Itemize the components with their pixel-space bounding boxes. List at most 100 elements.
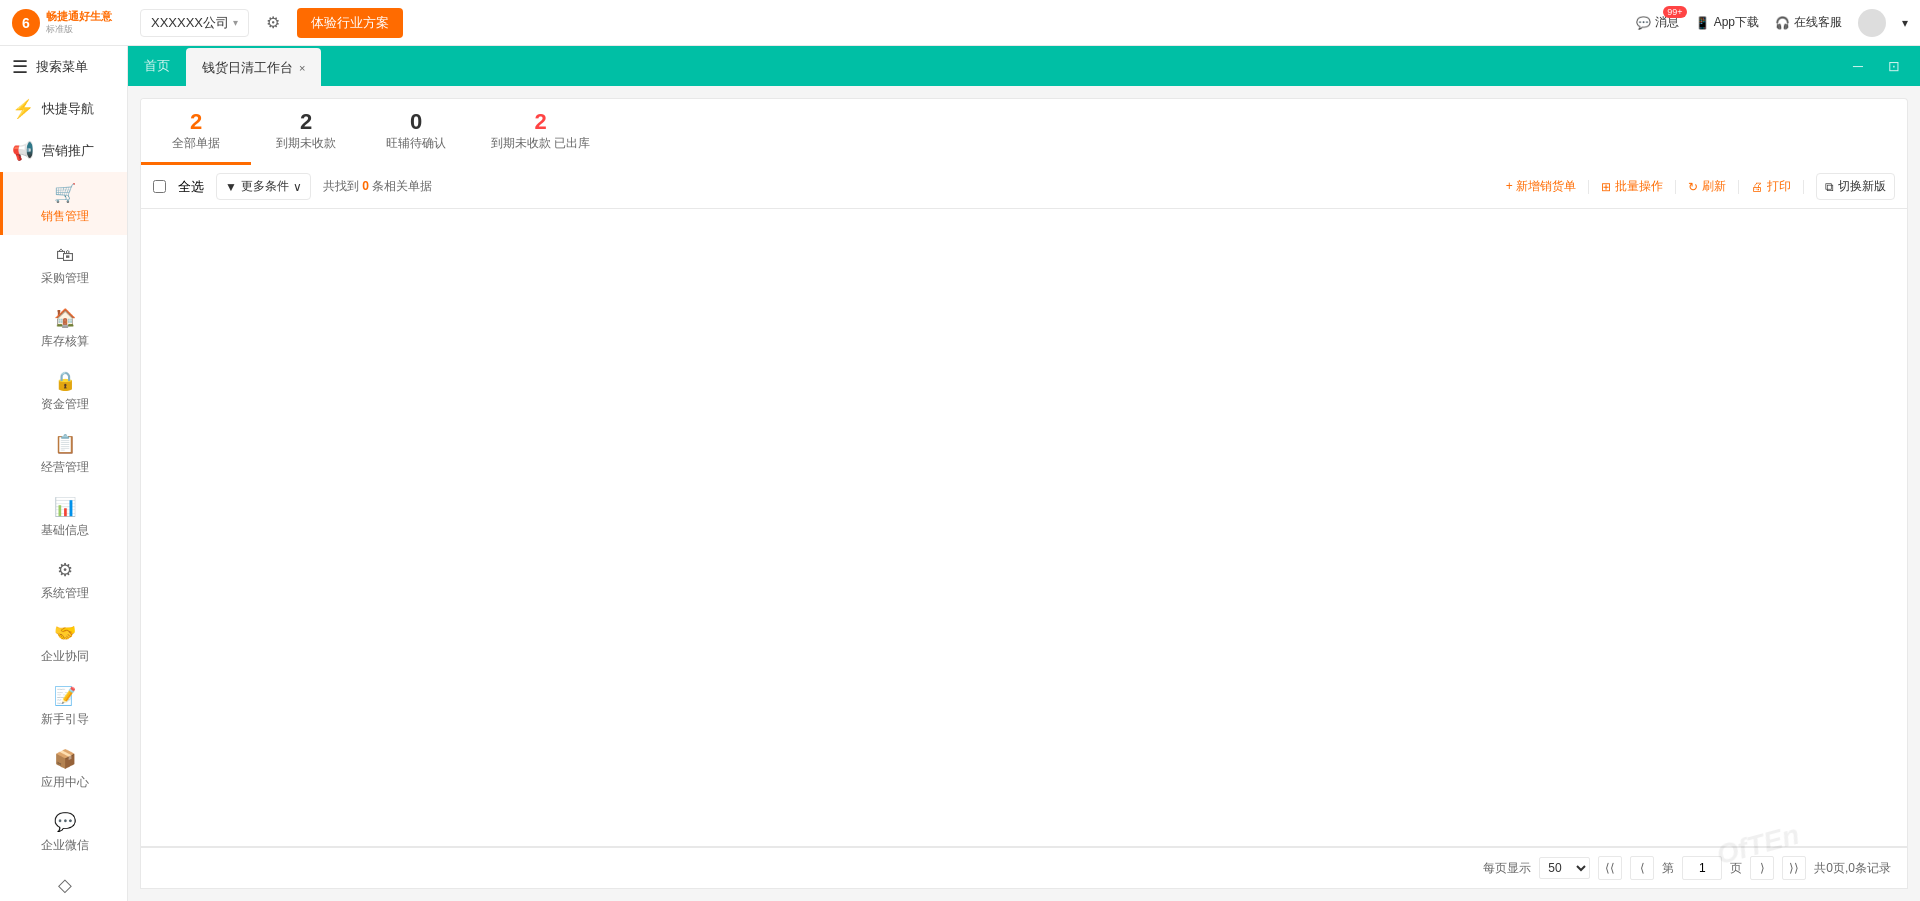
tab-minimize-btn[interactable]: ─ — [1844, 52, 1872, 80]
purchase-icon: 🛍 — [56, 245, 74, 266]
status-tab-overdue-unshipped-label: 到期未收款 已出库 — [491, 135, 590, 152]
status-tab-all-count: 2 — [190, 109, 202, 135]
app-download-btn[interactable]: 📱 App下载 — [1695, 14, 1759, 31]
settings-icon-btn[interactable]: ⚙ — [257, 7, 289, 39]
print-btn[interactable]: 🖨 打印 — [1751, 178, 1791, 195]
select-all-checkbox[interactable] — [153, 180, 166, 193]
content-area: 首页 钱货日清工作台 × ─ ⊡ 2 全部单据 2 到期未收款 — [128, 46, 1920, 901]
sidebar-item-label: 营销推广 — [42, 142, 94, 160]
company-selector[interactable]: XXXXXX公司 ▾ — [140, 9, 249, 37]
avatar[interactable] — [1858, 9, 1886, 37]
sidebar-item-search-menu[interactable]: ☰ 搜索菜单 — [0, 46, 127, 88]
status-tab-overdue-unpaid[interactable]: 2 到期未收款 — [251, 99, 361, 165]
filter-btn[interactable]: ▼ 更多条件 ∨ — [216, 173, 311, 200]
status-tab-all-label: 全部单据 — [172, 135, 220, 152]
page-label: 第 — [1662, 860, 1674, 877]
sidebar-item-purchase[interactable]: 🛍 采购管理 — [0, 235, 127, 297]
header-right: 💬 消息 99+ 📱 App下载 🎧 在线客服 ▾ — [1636, 9, 1908, 37]
sidebar-item-label: 快捷导航 — [42, 100, 94, 118]
system-icon: ⚙ — [57, 559, 73, 581]
first-page-btn[interactable]: ⟨⟨ — [1598, 856, 1622, 880]
logo-text: 畅捷通好生意 标准版 — [46, 9, 112, 36]
sidebar-item-sales[interactable]: 🛒 销售管理 — [0, 172, 127, 235]
quick-nav-icon: ⚡ — [12, 98, 34, 120]
experience-btn[interactable]: 体验行业方案 — [297, 8, 403, 38]
status-tabs: 2 全部单据 2 到期未收款 0 旺辅待确认 2 到期未收款 已出库 — [140, 98, 1908, 165]
sidebar-item-marketing[interactable]: 📢 营销推广 — [0, 130, 127, 172]
sidebar-item-finance[interactable]: 🔒 资金管理 — [0, 360, 127, 423]
sidebar-item-label: 新手引导 — [41, 711, 89, 728]
sidebar-item-member[interactable]: ◇ 畅会员 — [0, 864, 127, 901]
sidebar-item-label: 搜索菜单 — [36, 58, 88, 76]
page-size-label: 每页显示 — [1483, 860, 1531, 877]
switch-new-version-btn[interactable]: ⧉ 切换新版 — [1816, 173, 1895, 200]
sidebar-item-label: 应用中心 — [41, 774, 89, 791]
divider — [1803, 180, 1804, 194]
switch-icon: ⧉ — [1825, 180, 1834, 194]
sales-icon: 🛒 — [54, 182, 76, 204]
print-icon: 🖨 — [1751, 180, 1763, 194]
download-icon: 📱 — [1695, 16, 1710, 30]
sidebar-item-quick-nav[interactable]: ⚡ 快捷导航 — [0, 88, 127, 130]
total-label: 共0页,0条记录 — [1814, 860, 1891, 877]
sidebar-item-enterprise[interactable]: 🤝 企业协同 — [0, 612, 127, 675]
prev-page-btn[interactable]: ⟨ — [1630, 856, 1654, 880]
sidebar-item-wechat[interactable]: 💬 企业微信 — [0, 801, 127, 864]
divider — [1675, 180, 1676, 194]
sidebar-item-label: 经营管理 — [41, 459, 89, 476]
sidebar-item-label: 系统管理 — [41, 585, 89, 602]
status-tab-wangpu-count: 0 — [410, 109, 422, 135]
tab-bar: 首页 钱货日清工作台 × ─ ⊡ — [128, 46, 1920, 86]
tab-work-label: 钱货日清工作台 — [202, 59, 293, 77]
logo-area: 6 畅捷通好生意 标准版 — [12, 9, 140, 37]
refresh-btn[interactable]: ↻ 刷新 — [1688, 178, 1726, 195]
inventory-icon: 🏠 — [54, 307, 76, 329]
online-service-btn[interactable]: 🎧 在线客服 — [1775, 14, 1842, 31]
guide-icon: 📝 — [54, 685, 76, 707]
enterprise-icon: 🤝 — [54, 622, 76, 644]
pagination-bar: 每页显示 50 100 200 ⟨⟨ ⟨ 第 页 ⟩ ⟩⟩ 共0页,0条记录 — [140, 847, 1908, 889]
sidebar-item-system[interactable]: ⚙ 系统管理 — [0, 549, 127, 612]
found-count: 0 — [362, 179, 369, 193]
batch-operation-btn[interactable]: ⊞ 批量操作 — [1601, 178, 1663, 195]
tab-close-icon[interactable]: × — [299, 62, 305, 74]
last-page-btn[interactable]: ⟩⟩ — [1782, 856, 1806, 880]
tab-work[interactable]: 钱货日清工作台 × — [186, 48, 321, 88]
tab-home-label: 首页 — [144, 57, 170, 75]
sidebar-item-apps[interactable]: 📦 应用中心 — [0, 738, 127, 801]
toolbar-right: + 新增销货单 ⊞ 批量操作 ↻ 刷新 🖨 打印 — [1506, 173, 1895, 200]
sidebar-item-label: 采购管理 — [41, 270, 89, 287]
message-btn[interactable]: 💬 消息 99+ — [1636, 14, 1679, 31]
avatar-name: ▾ — [1902, 16, 1908, 30]
basic-info-icon: 📊 — [54, 496, 76, 518]
sidebar-item-guide[interactable]: 📝 新手引导 — [0, 675, 127, 738]
page-content: 2 全部单据 2 到期未收款 0 旺辅待确认 2 到期未收款 已出库 — [128, 86, 1920, 901]
tab-home[interactable]: 首页 — [128, 46, 186, 86]
next-page-btn[interactable]: ⟩ — [1750, 856, 1774, 880]
page-input[interactable] — [1682, 856, 1722, 880]
gear-icon: ⚙ — [266, 13, 280, 32]
sidebar-item-operations[interactable]: 📋 经营管理 — [0, 423, 127, 486]
sidebar-item-inventory[interactable]: 🏠 库存核算 — [0, 297, 127, 360]
sidebar-item-basic-info[interactable]: 📊 基础信息 — [0, 486, 127, 549]
sidebar-item-label: 资金管理 — [41, 396, 89, 413]
tab-maximize-btn[interactable]: ⊡ — [1880, 52, 1908, 80]
chevron-down-icon: ▾ — [233, 17, 238, 28]
batch-icon: ⊞ — [1601, 180, 1611, 194]
service-icon: 🎧 — [1775, 16, 1790, 30]
status-tab-overdue-unshipped[interactable]: 2 到期未收款 已出库 — [471, 99, 610, 165]
toolbar: 全选 ▼ 更多条件 ∨ 共找到 0 条相关单据 + 新增销货单 — [140, 165, 1908, 209]
status-tab-all[interactable]: 2 全部单据 — [141, 99, 251, 165]
filter-chevron-icon: ∨ — [293, 180, 302, 194]
select-all-label: 全选 — [178, 178, 204, 196]
apps-icon: 📦 — [54, 748, 76, 770]
divider — [1588, 180, 1589, 194]
status-tab-wangpu-confirm[interactable]: 0 旺辅待确认 — [361, 99, 471, 165]
finance-icon: 🔒 — [54, 370, 76, 392]
new-sales-btn[interactable]: + 新增销货单 — [1506, 178, 1576, 195]
tab-bar-actions: ─ ⊡ — [1844, 52, 1920, 80]
sidebar: ☰ 搜索菜单 ⚡ 快捷导航 📢 营销推广 🛒 销售管理 🛍 采购管理 🏠 库存核… — [0, 46, 128, 901]
page-size-select[interactable]: 50 100 200 — [1539, 857, 1590, 879]
sidebar-item-label: 库存核算 — [41, 333, 89, 350]
status-tab-overdue-unpaid-label: 到期未收款 — [276, 135, 336, 152]
